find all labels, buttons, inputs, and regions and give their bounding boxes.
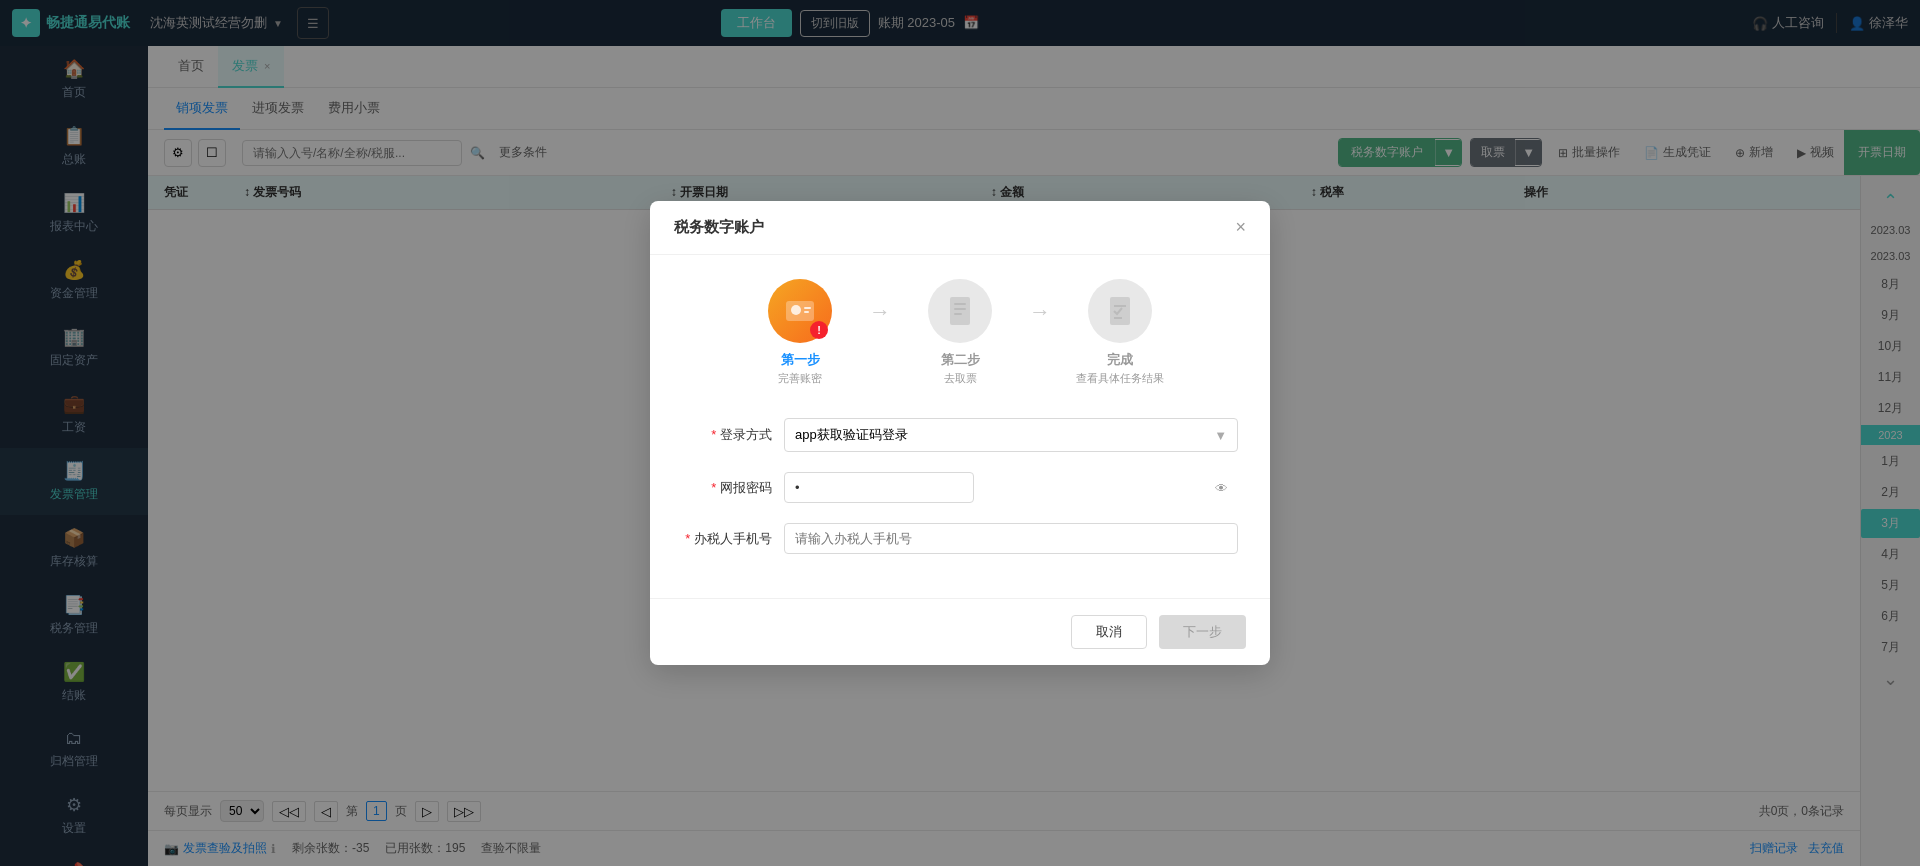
svg-rect-5	[954, 303, 966, 305]
modal-close-button[interactable]: ×	[1235, 217, 1246, 238]
step-arrow-1: →	[860, 279, 900, 325]
svg-rect-2	[804, 307, 811, 309]
login-method-label: * 登录方式	[682, 426, 772, 444]
net-pwd-input[interactable]	[784, 472, 974, 503]
login-method-select[interactable]: app获取验证码登录 ▼	[784, 418, 1238, 452]
required-star-3: *	[685, 531, 690, 546]
taxpayer-phone-label: * 办税人手机号	[682, 530, 772, 548]
svg-point-1	[791, 305, 801, 315]
step-3-desc: 查看具体任务结果	[1076, 371, 1164, 386]
modal-body: ! 第一步 完善账密 →	[650, 255, 1270, 598]
login-method-dropdown-icon: ▼	[1214, 428, 1227, 443]
required-star-2: *	[711, 480, 716, 495]
login-method-row: * 登录方式 app获取验证码登录 ▼	[682, 418, 1238, 452]
modal-footer: 取消 下一步	[650, 598, 1270, 665]
modal-overlay: 税务数字账户 × !	[0, 0, 1920, 866]
step-3-icon	[1088, 279, 1152, 343]
step-1-icon: !	[768, 279, 832, 343]
checklist-svg	[1102, 293, 1138, 329]
modal-form: * 登录方式 app获取验证码登录 ▼ * 网报密码	[682, 418, 1238, 554]
document-svg	[942, 293, 978, 329]
step-1-label: 第一步	[781, 351, 820, 369]
required-star-1: *	[711, 427, 716, 442]
next-button[interactable]: 下一步	[1159, 615, 1246, 649]
step-3-label: 完成	[1107, 351, 1133, 369]
taxpayer-phone-input[interactable]	[784, 523, 1238, 554]
step-1-badge: !	[810, 321, 828, 339]
step-2-icon	[928, 279, 992, 343]
tax-digital-account-modal: 税务数字账户 × !	[650, 201, 1270, 665]
password-eye-icon[interactable]: 👁	[1215, 480, 1228, 495]
step-arrow-2: →	[1020, 279, 1060, 325]
modal-header: 税务数字账户 ×	[650, 201, 1270, 255]
step-3: 完成 查看具体任务结果	[1060, 279, 1180, 386]
step-2-label: 第二步	[941, 351, 980, 369]
steps-indicator: ! 第一步 完善账密 →	[682, 279, 1238, 386]
step-1: ! 第一步 完善账密	[740, 279, 860, 386]
step-2: 第二步 去取票	[900, 279, 1020, 386]
svg-rect-7	[954, 313, 962, 315]
net-pwd-wrap: 👁	[784, 472, 1238, 503]
cancel-button[interactable]: 取消	[1071, 615, 1147, 649]
svg-rect-6	[954, 308, 966, 310]
modal-title: 税务数字账户	[674, 218, 764, 237]
step-1-desc: 完善账密	[778, 371, 822, 386]
svg-rect-4	[950, 297, 970, 325]
login-method-value: app获取验证码登录	[795, 426, 908, 444]
net-pwd-label: * 网报密码	[682, 479, 772, 497]
taxpayer-phone-row: * 办税人手机号	[682, 523, 1238, 554]
step-2-desc: 去取票	[944, 371, 977, 386]
svg-rect-3	[804, 311, 809, 313]
net-pwd-row: * 网报密码 👁	[682, 472, 1238, 503]
